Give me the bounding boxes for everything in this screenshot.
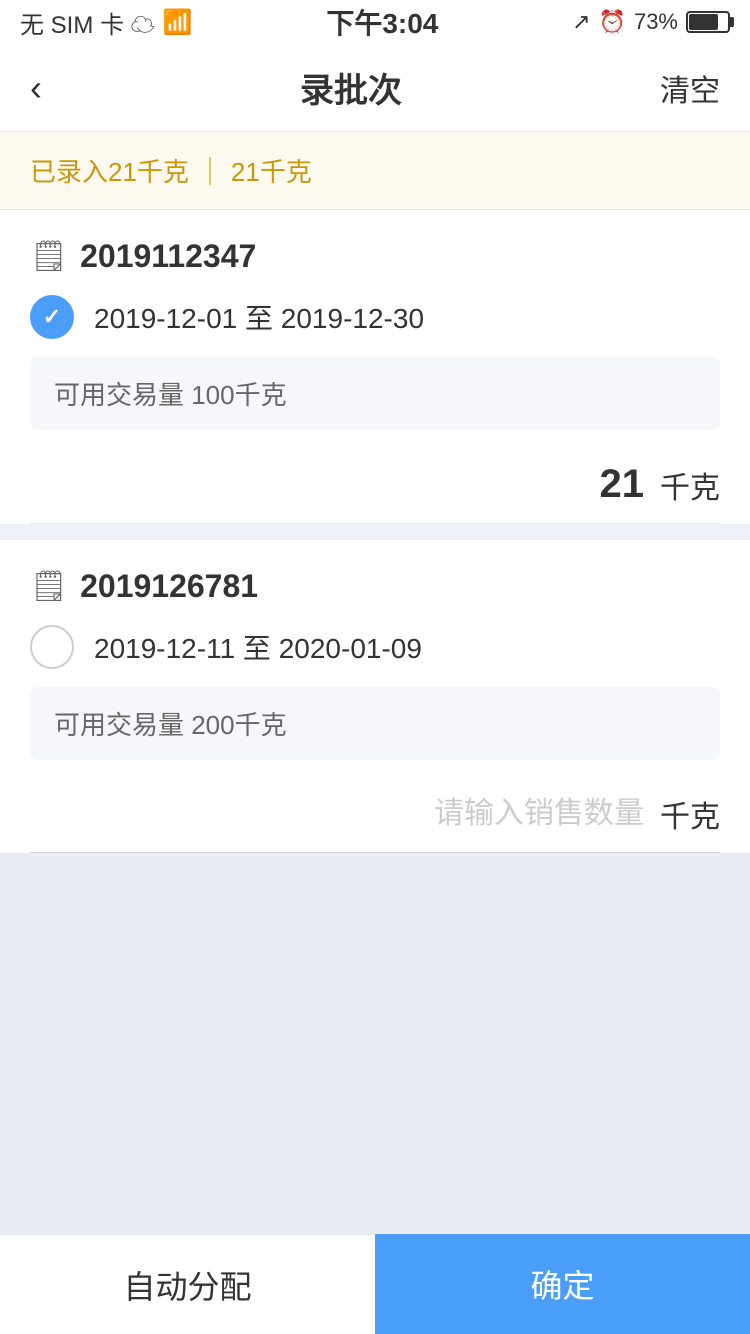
batch-2-avail: 可用交易量 200千克 <box>54 710 287 740</box>
batch-2-qty-input[interactable] <box>30 797 644 831</box>
info-divider <box>209 157 211 185</box>
battery-fill <box>689 14 718 30</box>
location-icon: ↗ <box>572 9 590 35</box>
batch-card-1: 🗒 2019112347 ✓ 2019-12-01 至 2019-12-30 可… <box>0 210 750 524</box>
batch-2-radio[interactable] <box>30 625 74 669</box>
batch-2-avail-box: 可用交易量 200千克 <box>30 687 720 760</box>
alarm-icon: ⏰ <box>599 9 626 35</box>
bottom-bar: 自动分配 确定 <box>0 1234 750 1334</box>
recorded-value: 21千克 <box>231 152 312 189</box>
content-area: 🗒 2019112347 ✓ 2019-12-01 至 2019-12-30 可… <box>0 210 750 1312</box>
batch-2-date: 2019-12-11 至 2020-01-09 <box>94 627 422 667</box>
battery-percent: 73% <box>634 9 678 35</box>
batch-1-qty-unit: 千克 <box>660 463 720 507</box>
batch-1-header: 🗒 2019112347 <box>0 210 750 285</box>
batch-1-icon: 🗒 <box>30 239 68 274</box>
recorded-label: 已录入21千克 <box>30 152 189 189</box>
batch-1-id: 2019112347 <box>80 238 256 275</box>
batch-2-header: 🗒 2019126781 <box>0 540 750 615</box>
batch-1-date: 2019-12-01 至 2019-12-30 <box>94 297 424 337</box>
battery-icon <box>686 11 730 33</box>
back-button[interactable]: ‹ <box>30 67 42 109</box>
batch-1-row[interactable]: ✓ 2019-12-01 至 2019-12-30 <box>0 285 750 349</box>
batch-2-row[interactable]: 2019-12-11 至 2020-01-09 <box>0 615 750 679</box>
check-icon: ✓ <box>43 304 61 330</box>
confirm-button[interactable]: 确定 <box>375 1234 750 1334</box>
batch-1-qty-row: 21 千克 <box>0 446 750 523</box>
batch-2-id: 2019126781 <box>80 568 258 605</box>
status-right: ↗ ⏰ 73% <box>572 9 730 35</box>
sim-label: 无 SIM 卡 ☁ <box>20 5 155 40</box>
status-left: 无 SIM 卡 ☁ 📶 <box>20 5 193 40</box>
nav-bar: ‹ 录批次 清空 <box>0 44 750 132</box>
batch-1-avail: 可用交易量 100千克 <box>54 380 287 410</box>
batch-1-avail-box: 可用交易量 100千克 <box>30 357 720 430</box>
auto-assign-button[interactable]: 自动分配 <box>0 1234 375 1334</box>
page-title: 录批次 <box>300 63 402 112</box>
batch-1-radio[interactable]: ✓ <box>30 295 74 339</box>
batch-2-qty-unit: 千克 <box>660 792 720 836</box>
batch-2-qty-row: 千克 <box>0 776 750 852</box>
batch-2-icon: 🗒 <box>30 569 68 604</box>
info-bar: 已录入21千克 21千克 <box>0 132 750 210</box>
section-divider <box>0 524 750 540</box>
status-time: 下午3:04 <box>326 2 438 42</box>
status-bar: 无 SIM 卡 ☁ 📶 下午3:04 ↗ ⏰ 73% <box>0 0 750 44</box>
batch-card-2: 🗒 2019126781 2019-12-11 至 2020-01-09 可用交… <box>0 540 750 853</box>
clear-button[interactable]: 清空 <box>660 66 720 110</box>
wifi-icon: 📶 <box>163 8 193 37</box>
batch-1-qty-value: 21 <box>600 462 645 507</box>
